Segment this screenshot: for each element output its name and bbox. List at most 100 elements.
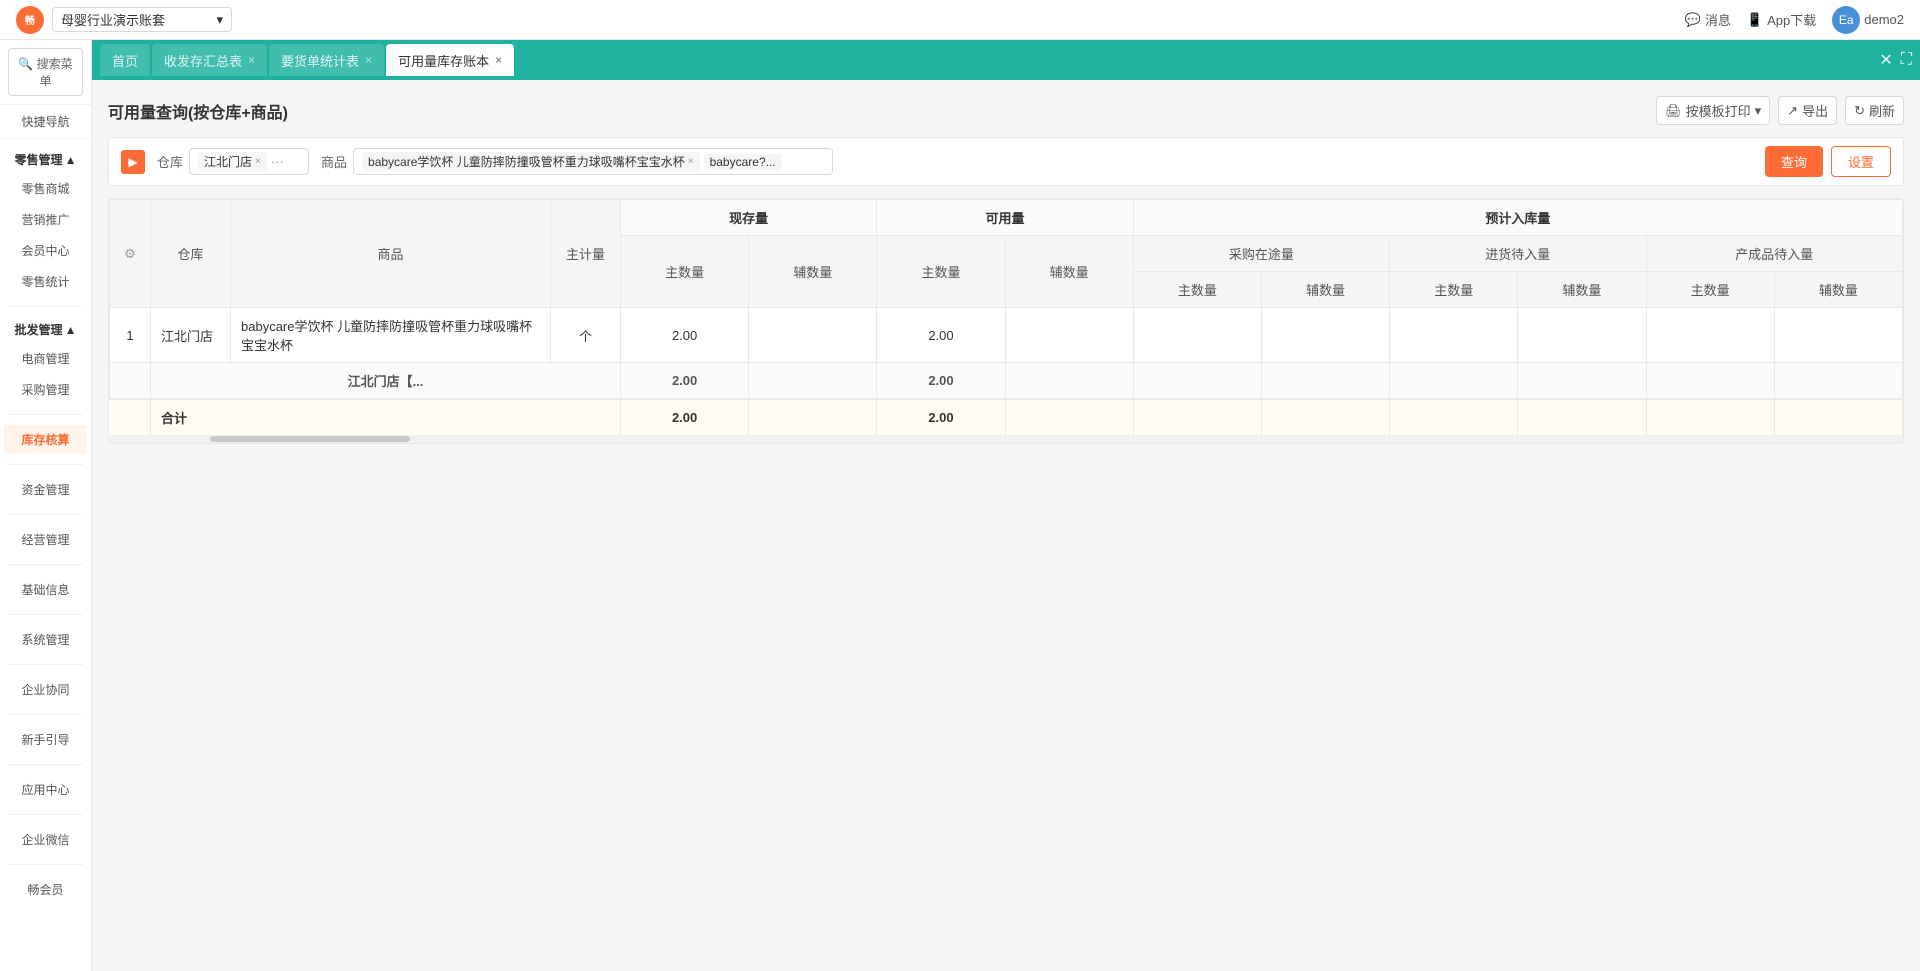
sub-pt-main [1133, 363, 1261, 400]
production-main-label: 主数量 [1691, 283, 1730, 298]
tab-expand-icon[interactable]: ⛶ [1901, 51, 1912, 69]
sidebar-item-wechat[interactable]: 企业微信 [4, 825, 87, 854]
top-bar: 畅 母婴行业演示账套 💬 消息 📱 App下载 Ea demo2 [0, 0, 1920, 40]
row1-warehouse: 江北门店 [151, 308, 231, 363]
message-action[interactable]: 💬 消息 [1685, 10, 1731, 29]
sub-prod-main [1646, 363, 1774, 400]
sidebar-item-finance[interactable]: 资金管理 [4, 475, 87, 504]
sidebar-item-system[interactable]: 系统管理 [4, 625, 87, 654]
sidebar-item-guide[interactable]: 新手引导 [4, 725, 87, 754]
tab-receipt-summary[interactable]: 收发存汇总表 × [152, 44, 267, 76]
current-main-label: 主数量 [665, 265, 704, 280]
purchase-label: 采购管理 [21, 383, 69, 397]
purchase-transit-aux-label: 辅数量 [1306, 283, 1345, 298]
sidebar-divider-7 [8, 664, 83, 665]
tab-home[interactable]: 首页 [100, 44, 150, 76]
row1-warehouse-val: 江北门店 [161, 329, 213, 344]
row1-product-val: babycare学饮杯 儿童防摔防撞吸管杯重力球吸嘴杯宝宝水杯 [241, 319, 532, 353]
tab-close-all-icon[interactable]: ✕ [1879, 50, 1892, 70]
sidebar-section-wechat: 企业微信 [0, 817, 91, 862]
footer-prod-aux [1774, 399, 1902, 435]
table-scrollbar[interactable] [109, 435, 1903, 443]
settings-icon[interactable]: ⚙ [120, 244, 140, 264]
refresh-button[interactable]: ↻ 刷新 [1845, 96, 1904, 125]
th-available: 可用量 [877, 200, 1133, 236]
footer-current-aux [749, 399, 877, 435]
search-menu-button[interactable]: 🔍 搜索菜单 [8, 48, 83, 96]
company-dropdown-icon [216, 12, 223, 28]
sidebar-item-quick-nav[interactable]: 快捷导航 [0, 105, 91, 139]
tab-receipt-summary-close[interactable]: × [248, 53, 255, 67]
user-action[interactable]: Ea demo2 [1832, 6, 1904, 34]
sidebar-item-retail-stats[interactable]: 零售统计 [4, 267, 87, 296]
sub-avail-aux [1005, 363, 1133, 400]
th-purchase-transit-main: 主数量 [1133, 272, 1261, 308]
setting-label: 设置 [1848, 155, 1874, 170]
query-button[interactable]: 查询 [1765, 146, 1823, 177]
tab-bar-actions: ✕ ⛶ [1879, 50, 1920, 70]
message-icon: 💬 [1685, 12, 1701, 28]
export-button[interactable]: ↗ 导出 [1778, 96, 1837, 125]
tab-available-stock[interactable]: 可用量库存账本 × [386, 44, 514, 76]
sub-current-main-val: 2.00 [672, 373, 697, 388]
sidebar-divider-4 [8, 514, 83, 515]
tab-order-stats-close[interactable]: × [365, 53, 372, 67]
sub-warehouse-val: 江北门店【... [348, 374, 424, 389]
product-tag-1-value: babycare学饮杯 儿童防摔防撞吸管杯重力球吸嘴杯宝宝水杯 [368, 153, 685, 170]
incoming-label: 进货待入量 [1485, 247, 1550, 262]
filter-toggle[interactable]: ▶ [121, 150, 145, 174]
sidebar-item-collab[interactable]: 企业协同 [4, 675, 87, 704]
filter-actions: 查询 设置 [1765, 146, 1891, 177]
product-tag-1-close[interactable]: × [688, 156, 694, 167]
print-button[interactable]: 🖨 按模板打印 ▾ [1656, 96, 1770, 125]
sidebar-section-collab: 企业协同 [0, 667, 91, 712]
retail-arrow-icon: ▲ [65, 153, 77, 167]
username: demo2 [1864, 12, 1904, 27]
th-forecast: 预计入库量 [1133, 200, 1902, 236]
incoming-aux-label: 辅数量 [1562, 283, 1601, 298]
th-current-stock: 现存量 [621, 200, 877, 236]
ecommerce-label: 电商管理 [21, 352, 69, 366]
message-label: 消息 [1705, 10, 1731, 29]
table-container: ⚙ 仓库 商品 主计量 现存量 [108, 198, 1904, 444]
appstore-label: 应用中心 [21, 783, 69, 797]
sidebar-item-vip[interactable]: 畅会员 [4, 875, 87, 904]
warehouse-more-icon[interactable]: ··· [271, 154, 284, 169]
warehouse-filter-box[interactable]: 江北门店 × ··· [189, 148, 309, 175]
refresh-label: 刷新 [1869, 101, 1895, 120]
product-col-label: 商品 [377, 247, 403, 262]
tab-order-stats[interactable]: 要货单统计表 × [269, 44, 384, 76]
sidebar-item-ops[interactable]: 经营管理 [4, 525, 87, 554]
row1-pt-aux [1261, 308, 1389, 363]
th-avail-main: 主数量 [877, 236, 1005, 308]
sidebar-item-appstore[interactable]: 应用中心 [4, 775, 87, 804]
sidebar-section-retail-title[interactable]: 零售管理 ▲ [4, 147, 87, 172]
sidebar-item-retail-mall[interactable]: 零售商城 [4, 174, 87, 203]
row1-prod-main [1646, 308, 1774, 363]
product-filter-box[interactable]: babycare学饮杯 儿童防摔防撞吸管杯重力球吸嘴杯宝宝水杯 × babyca… [353, 148, 833, 175]
warehouse-tag-close[interactable]: × [255, 156, 261, 167]
sidebar-item-member[interactable]: 会员中心 [4, 236, 87, 265]
sidebar-item-basic[interactable]: 基础信息 [4, 575, 87, 604]
sidebar-divider-6 [8, 614, 83, 615]
sidebar-item-ecommerce[interactable]: 电商管理 [4, 344, 87, 373]
tab-available-stock-close[interactable]: × [495, 53, 502, 67]
search-menu-label: 搜索菜单 [37, 57, 73, 88]
product-tag-2: babycare?... [704, 154, 782, 170]
available-label: 可用量 [986, 211, 1025, 226]
forecast-label: 预计入库量 [1485, 211, 1550, 226]
sidebar-item-inventory[interactable]: 库存核算 [4, 425, 87, 454]
print-dropdown-icon: ▾ [1755, 103, 1762, 119]
filter-section: ▶ 仓库 江北门店 × ··· 商品 babycare [108, 137, 1904, 186]
sidebar-section-wholesale-title[interactable]: 批发管理 ▲ [4, 317, 87, 342]
th-current-main: 主数量 [621, 236, 749, 308]
app-download-action[interactable]: 📱 App下载 [1747, 10, 1816, 29]
company-selector[interactable]: 母婴行业演示账套 [52, 7, 232, 32]
ops-label: 经营管理 [21, 533, 69, 547]
sidebar-item-marketing[interactable]: 营销推广 [4, 205, 87, 234]
sidebar-item-purchase[interactable]: 采购管理 [4, 375, 87, 404]
warehouse-tag: 江北门店 × [198, 152, 267, 171]
row1-avail-main: 2.00 [877, 308, 1005, 363]
setting-button[interactable]: 设置 [1831, 146, 1891, 177]
sidebar-divider-9 [8, 764, 83, 765]
